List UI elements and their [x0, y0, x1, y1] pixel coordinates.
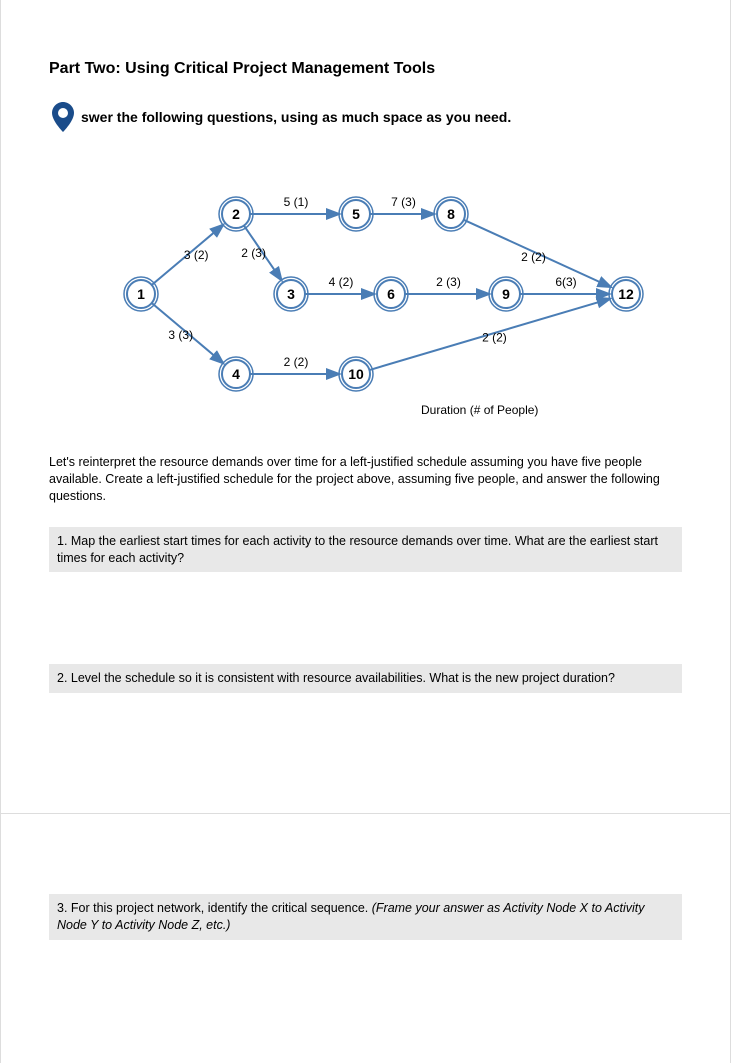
edge-label-9-12: 6(3)	[555, 275, 576, 289]
subtitle-text: swer the following questions, using as m…	[81, 109, 511, 125]
question-3-prefix: 3. For this project network, identify th…	[57, 901, 372, 915]
svg-text:2: 2	[232, 206, 240, 222]
subtitle-row: swer the following questions, using as m…	[49, 100, 682, 134]
svg-text:1: 1	[137, 286, 145, 302]
svg-text:9: 9	[502, 286, 510, 302]
node-9: 9	[489, 277, 523, 311]
edge-label-5-8: 7 (3)	[391, 195, 416, 209]
question-1-answer-space	[49, 572, 682, 642]
node-6: 6	[374, 277, 408, 311]
intro-paragraph: Let's reinterpret the resource demands o…	[49, 454, 682, 505]
svg-text:4: 4	[232, 366, 240, 382]
question-3-header: 3. For this project network, identify th…	[49, 894, 682, 940]
svg-text:8: 8	[447, 206, 455, 222]
content-area: Part Two: Using Critical Project Managem…	[1, 0, 730, 1022]
edge-label-2-3: 2 (3)	[241, 246, 266, 260]
edge-label-8-12: 2 (2)	[521, 250, 546, 264]
node-4: 4	[219, 357, 253, 391]
svg-text:10: 10	[348, 366, 364, 382]
page-break	[1, 813, 730, 814]
question-2: 2. Level the schedule so it is consisten…	[49, 664, 682, 783]
edge-label-2-5: 5 (1)	[283, 195, 308, 209]
node-3: 3	[274, 277, 308, 311]
question-3-answer-space	[49, 940, 682, 960]
svg-text:12: 12	[618, 286, 634, 302]
pin-icon	[49, 100, 77, 134]
diagram-legend: Duration (# of People)	[421, 403, 538, 417]
edge-label-1-4: 3 (3)	[168, 328, 193, 342]
document-page: Part Two: Using Critical Project Managem…	[0, 0, 731, 1063]
edge-label-3-6: 4 (2)	[328, 275, 353, 289]
edge-label-1-2: 3 (2)	[183, 248, 208, 262]
edge-label-6-9: 2 (3)	[436, 275, 461, 289]
node-10: 10	[339, 357, 373, 391]
question-2-header: 2. Level the schedule so it is consisten…	[49, 664, 682, 693]
svg-text:6: 6	[387, 286, 395, 302]
page-title: Part Two: Using Critical Project Managem…	[49, 60, 682, 78]
node-12: 12	[609, 277, 643, 311]
question-1-header: 1. Map the earliest start times for each…	[49, 527, 682, 573]
node-2: 2	[219, 197, 253, 231]
node-5: 5	[339, 197, 373, 231]
svg-text:3: 3	[287, 286, 295, 302]
edge-label-4-10: 2 (2)	[283, 355, 308, 369]
question-1: 1. Map the earliest start times for each…	[49, 527, 682, 643]
network-diagram: 3 (2) 3 (3) 5 (1) 2 (3) 4 (2) 2 (2) 7 (3) 2 (3)…	[49, 164, 682, 434]
svg-text:5: 5	[352, 206, 360, 222]
question-3: 3. For this project network, identify th…	[49, 894, 682, 960]
question-2-answer-space	[49, 693, 682, 783]
node-8: 8	[434, 197, 468, 231]
edge-label-10-12: 2 (2)	[482, 331, 507, 345]
node-1: 1	[124, 277, 158, 311]
